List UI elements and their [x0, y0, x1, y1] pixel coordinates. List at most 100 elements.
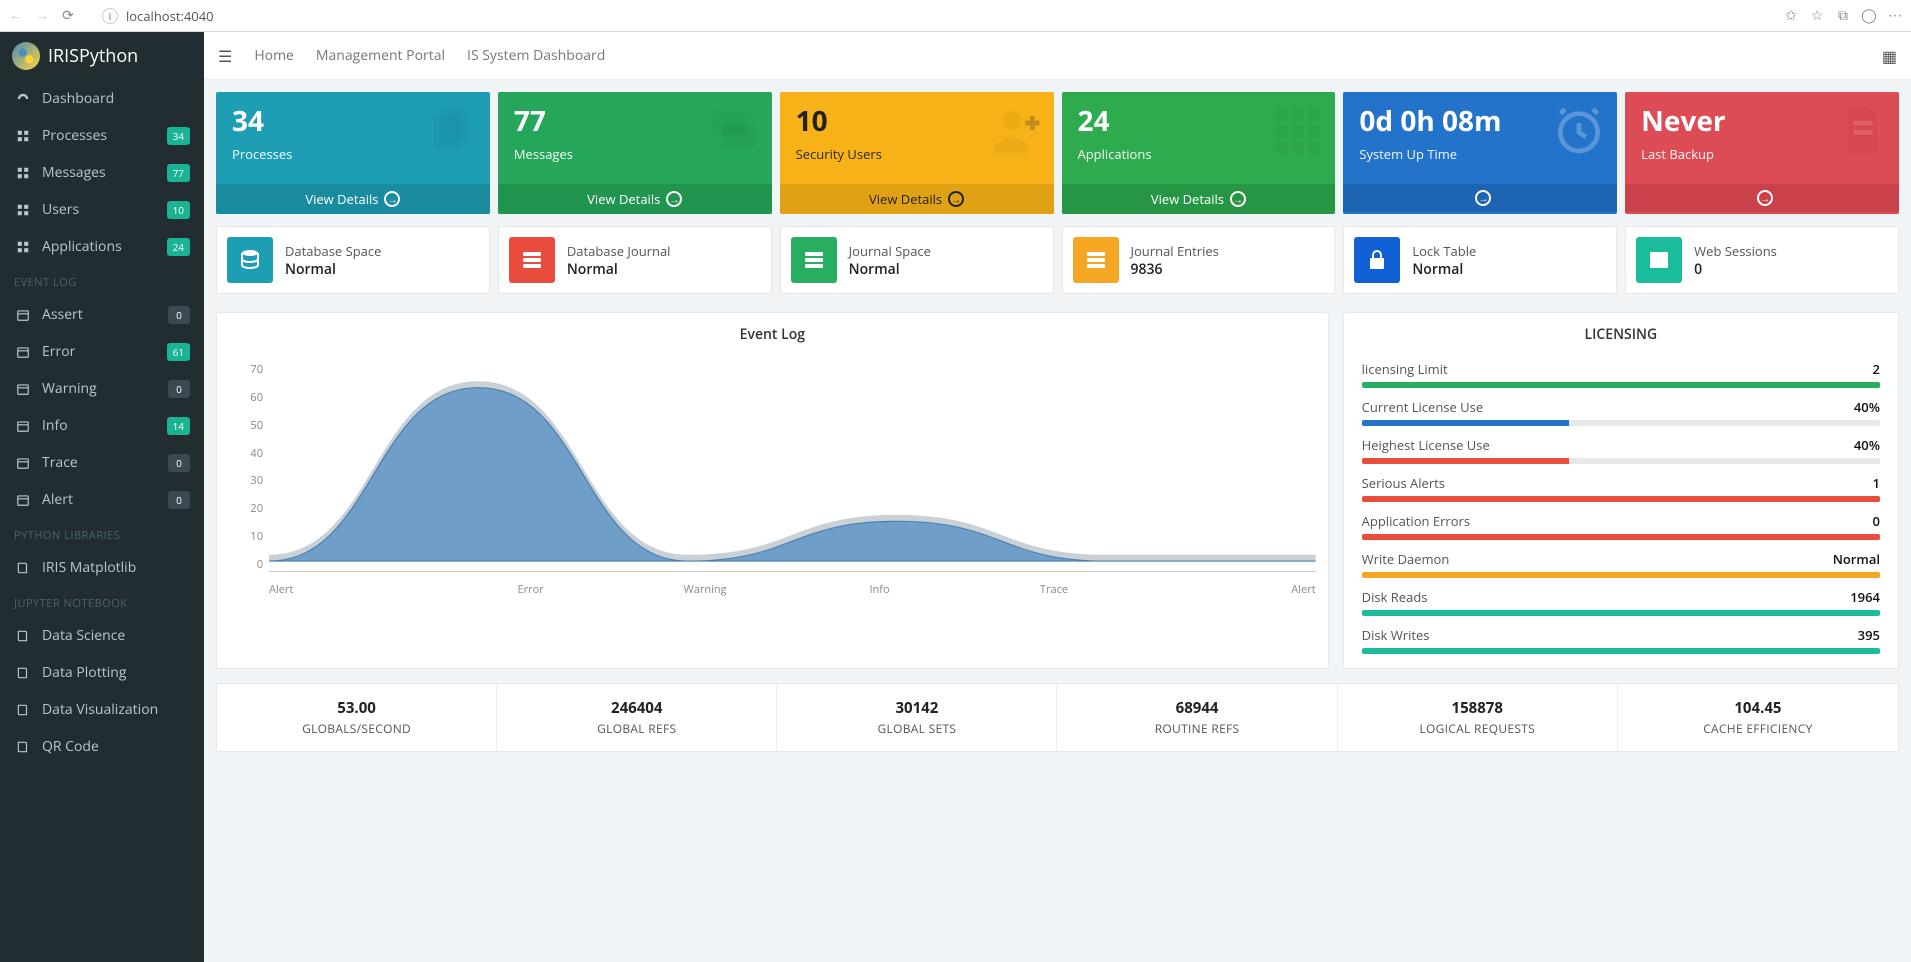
sidebar-item-messages[interactable]: Messages77	[0, 154, 204, 191]
metric-label: GLOBALS/SECOND	[225, 720, 488, 737]
profile-icon[interactable]: ◯	[1861, 8, 1877, 24]
mini-box-database-journal[interactable]: Database JournalNormal	[498, 226, 772, 294]
sidebar-item-iris-matplotlib[interactable]: IRIS Matplotlib	[0, 549, 204, 586]
progress-bar	[1362, 534, 1880, 540]
sidebar-item-info[interactable]: Info14	[0, 407, 204, 444]
y-tick-label: 60	[250, 390, 269, 405]
sidebar-item-error[interactable]: Error61	[0, 333, 204, 370]
sidebar-item-label: Users	[42, 200, 167, 219]
mini-title: Database Journal	[567, 242, 671, 260]
stat-box-last-backup: NeverLast Backup	[1625, 92, 1899, 214]
sidebar-item-processes[interactable]: Processes34	[0, 117, 204, 154]
licensing-value: 40%	[1854, 436, 1880, 454]
licensing-label: licensing Limit	[1362, 360, 1448, 378]
sidebar-item-assert[interactable]: Assert0	[0, 296, 204, 333]
mini-title: Database Space	[285, 242, 381, 260]
mini-box-journal-space[interactable]: Journal SpaceNormal	[780, 226, 1054, 294]
sidebar-item-badge: 61	[167, 343, 190, 361]
licensing-value: Normal	[1833, 550, 1880, 568]
favorite-icon[interactable]: ☆	[1809, 8, 1825, 24]
licensing-label: Disk Writes	[1362, 626, 1430, 644]
sidebar-item-label: Warning	[42, 379, 168, 398]
view-details-link[interactable]	[1343, 184, 1617, 212]
sidebar-item-data-visualization[interactable]: Data Visualization	[0, 691, 204, 728]
sidebar-item-badge: 77	[167, 164, 190, 182]
view-details-link[interactable]: View Details	[780, 184, 1054, 214]
window-icon	[1636, 237, 1682, 283]
sidebar-item-warning[interactable]: Warning0	[0, 370, 204, 407]
mini-box-journal-entries[interactable]: Journal Entries9836	[1062, 226, 1336, 294]
licensing-panel: LICENSING licensing Limit2Current Licens…	[1343, 312, 1899, 669]
sidebar-item-label: Applications	[42, 237, 167, 256]
sidebar-item-data-plotting[interactable]: Data Plotting	[0, 654, 204, 691]
view-details-link[interactable]	[1625, 184, 1899, 212]
view-details-link[interactable]: View Details	[216, 184, 490, 214]
view-details-link[interactable]: View Details	[1062, 184, 1336, 214]
x-tick-label: Alert	[1141, 582, 1315, 597]
sidebar-item-dashboard[interactable]: Dashboard	[0, 80, 204, 117]
menu-toggle-icon[interactable]: ☰	[218, 45, 232, 67]
th-icon	[14, 166, 32, 180]
topbar: ☰ Home Management Portal IS System Dashb…	[204, 32, 1911, 80]
clock-icon	[1551, 102, 1607, 158]
stat-box-messages: 77MessagesView Details	[498, 92, 772, 214]
server-icon	[509, 237, 555, 283]
brand[interactable]: IRISPython	[0, 32, 204, 80]
read-aloud-icon[interactable]: ✩	[1783, 8, 1799, 24]
address-text[interactable]: localhost:4040	[126, 7, 214, 25]
collections-icon[interactable]: ⧉	[1835, 8, 1851, 24]
arrow-right-icon	[666, 191, 682, 207]
y-tick-label: 20	[250, 501, 269, 516]
progress-bar	[1362, 610, 1880, 616]
x-tick-label: Error	[443, 582, 617, 597]
sidebar-item-applications[interactable]: Applications24	[0, 228, 204, 265]
mini-value: Normal	[849, 260, 931, 279]
arrow-right-icon	[948, 191, 964, 207]
db-icon	[227, 237, 273, 283]
breadcrumb-home[interactable]: Home	[254, 46, 294, 65]
mini-box-web-sessions[interactable]: Web Sessions0	[1625, 226, 1899, 294]
refresh-icon[interactable]: ⟳	[60, 8, 76, 24]
mini-box-database-space[interactable]: Database SpaceNormal	[216, 226, 490, 294]
breadcrumb-dashboard[interactable]: IS System Dashboard	[467, 46, 605, 65]
metric-routine-refs: 68944ROUTINE REFS	[1057, 684, 1337, 751]
sidebar-item-data-science[interactable]: Data Science	[0, 617, 204, 654]
info-icon[interactable]: i	[102, 8, 118, 24]
sidebar-item-alert[interactable]: Alert0	[0, 481, 204, 518]
eventlog-panel: Event Log 706050403020100 AlertErrorWarn…	[216, 312, 1329, 669]
licensing-value: 1964	[1850, 588, 1880, 606]
metric-globals-second: 53.00GLOBALS/SECOND	[217, 684, 497, 751]
sidebar-item-label: Dashboard	[42, 89, 190, 108]
sidebar-item-label: Processes	[42, 126, 167, 145]
sidebar-item-label: Data Visualization	[42, 700, 190, 719]
progress-bar	[1362, 648, 1880, 654]
y-tick-label: 70	[250, 362, 269, 377]
metric-value: 104.45	[1626, 698, 1890, 718]
licensing-row-licensing-limit: licensing Limit2	[1344, 356, 1898, 394]
breadcrumb-portal[interactable]: Management Portal	[316, 46, 445, 65]
sidebar-item-badge: 0	[168, 454, 190, 472]
progress-bar	[1362, 420, 1880, 426]
licensing-row-serious-alerts: Serious Alerts1	[1344, 470, 1898, 508]
progress-bar	[1362, 496, 1880, 502]
brand-logo-icon	[12, 42, 40, 70]
arrow-right-icon	[384, 191, 400, 207]
licensing-title: LICENSING	[1344, 313, 1898, 356]
sidebar-item-trace[interactable]: Trace0	[0, 444, 204, 481]
progress-bar	[1362, 572, 1880, 578]
more-icon[interactable]: ⋯	[1887, 8, 1903, 24]
apps-grid-icon[interactable]: ▦	[1882, 45, 1897, 67]
sidebar-item-label: Info	[42, 416, 167, 435]
cal-icon	[14, 419, 32, 433]
sidebar-item-qr-code[interactable]: QR Code	[0, 728, 204, 765]
brand-text: IRISPython	[48, 44, 138, 68]
sidebar-item-users[interactable]: Users10	[0, 191, 204, 228]
grid-icon	[1269, 102, 1325, 158]
mini-box-lock-table[interactable]: Lock TableNormal	[1343, 226, 1617, 294]
view-details-link[interactable]: View Details	[498, 184, 772, 214]
sidebar-item-badge: 24	[167, 238, 190, 256]
th-icon	[14, 203, 32, 217]
stat-box-system-up-time: 0d 0h 08mSystem Up Time	[1343, 92, 1617, 214]
progress-bar	[1362, 382, 1880, 388]
stat-box-applications: 24ApplicationsView Details	[1062, 92, 1336, 214]
